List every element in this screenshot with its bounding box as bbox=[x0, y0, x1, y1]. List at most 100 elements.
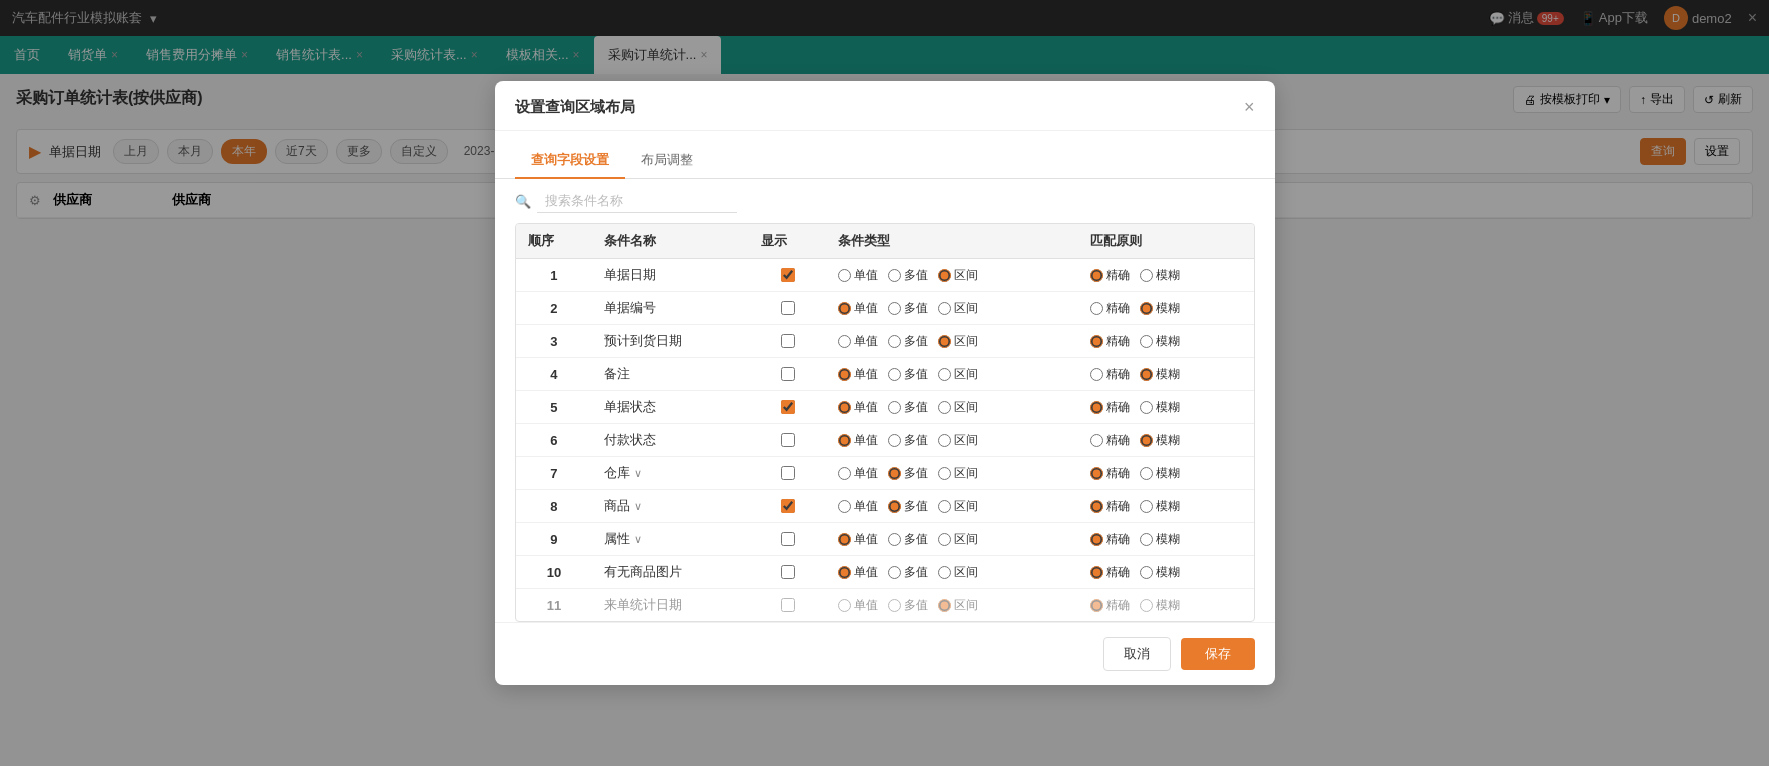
radio-match-模糊-5[interactable]: 模糊 bbox=[1140, 432, 1180, 449]
radio-input-type-0-多值[interactable] bbox=[888, 269, 901, 282]
radio-type-区间-5[interactable]: 区间 bbox=[938, 432, 978, 449]
radio-type-单值-9[interactable]: 单值 bbox=[838, 564, 878, 581]
radio-type-多值-1[interactable]: 多值 bbox=[888, 300, 928, 317]
save-button[interactable]: 保存 bbox=[1181, 638, 1255, 670]
radio-type-单值-1[interactable]: 单值 bbox=[838, 300, 878, 317]
radio-input-type-10-多值[interactable] bbox=[888, 599, 901, 612]
radio-input-match-6-精确[interactable] bbox=[1090, 467, 1103, 480]
row-checkbox-9[interactable] bbox=[781, 565, 795, 579]
radio-type-单值-2[interactable]: 单值 bbox=[838, 333, 878, 350]
row-checkbox-6[interactable] bbox=[781, 466, 795, 480]
radio-type-区间-2[interactable]: 区间 bbox=[938, 333, 978, 350]
radio-input-match-1-模糊[interactable] bbox=[1140, 302, 1153, 315]
radio-type-单值-4[interactable]: 单值 bbox=[838, 399, 878, 416]
radio-input-match-10-模糊[interactable] bbox=[1140, 599, 1153, 612]
radio-input-match-3-模糊[interactable] bbox=[1140, 368, 1153, 381]
radio-input-type-1-多值[interactable] bbox=[888, 302, 901, 315]
expand-icon[interactable]: ∨ bbox=[634, 533, 642, 546]
radio-match-精确-6[interactable]: 精确 bbox=[1090, 465, 1130, 482]
radio-input-type-9-多值[interactable] bbox=[888, 566, 901, 579]
radio-input-type-10-区间[interactable] bbox=[938, 599, 951, 612]
radio-match-模糊-0[interactable]: 模糊 bbox=[1140, 267, 1180, 284]
radio-type-多值-4[interactable]: 多值 bbox=[888, 399, 928, 416]
radio-type-单值-8[interactable]: 单值 bbox=[838, 531, 878, 548]
row-checkbox-7[interactable] bbox=[781, 499, 795, 513]
radio-match-模糊-7[interactable]: 模糊 bbox=[1140, 498, 1180, 515]
radio-input-match-2-模糊[interactable] bbox=[1140, 335, 1153, 348]
row-checkbox-3[interactable] bbox=[781, 367, 795, 381]
radio-type-区间-7[interactable]: 区间 bbox=[938, 498, 978, 515]
radio-input-match-5-模糊[interactable] bbox=[1140, 434, 1153, 447]
row-checkbox-8[interactable] bbox=[781, 532, 795, 546]
radio-type-多值-7[interactable]: 多值 bbox=[888, 498, 928, 515]
radio-match-模糊-6[interactable]: 模糊 bbox=[1140, 465, 1180, 482]
radio-input-type-5-单值[interactable] bbox=[838, 434, 851, 447]
row-checkbox-0[interactable] bbox=[781, 268, 795, 282]
search-input[interactable] bbox=[537, 189, 737, 213]
radio-type-单值-10[interactable]: 单值 bbox=[838, 597, 878, 614]
radio-input-type-8-区间[interactable] bbox=[938, 533, 951, 546]
radio-input-type-8-单值[interactable] bbox=[838, 533, 851, 546]
radio-type-多值-2[interactable]: 多值 bbox=[888, 333, 928, 350]
radio-match-模糊-2[interactable]: 模糊 bbox=[1140, 333, 1180, 350]
radio-match-精确-5[interactable]: 精确 bbox=[1090, 432, 1130, 449]
radio-input-match-4-模糊[interactable] bbox=[1140, 401, 1153, 414]
radio-type-单值-5[interactable]: 单值 bbox=[838, 432, 878, 449]
radio-input-match-4-精确[interactable] bbox=[1090, 401, 1103, 414]
radio-match-精确-1[interactable]: 精确 bbox=[1090, 300, 1130, 317]
radio-input-type-9-区间[interactable] bbox=[938, 566, 951, 579]
expand-icon[interactable]: ∨ bbox=[634, 500, 642, 513]
radio-type-多值-9[interactable]: 多值 bbox=[888, 564, 928, 581]
radio-input-type-4-多值[interactable] bbox=[888, 401, 901, 414]
radio-type-区间-4[interactable]: 区间 bbox=[938, 399, 978, 416]
radio-type-区间-10[interactable]: 区间 bbox=[938, 597, 978, 614]
radio-input-type-10-单值[interactable] bbox=[838, 599, 851, 612]
row-checkbox-2[interactable] bbox=[781, 334, 795, 348]
radio-type-区间-3[interactable]: 区间 bbox=[938, 366, 978, 383]
radio-input-type-7-区间[interactable] bbox=[938, 500, 951, 513]
radio-input-match-9-精确[interactable] bbox=[1090, 566, 1103, 579]
radio-input-match-0-精确[interactable] bbox=[1090, 269, 1103, 282]
radio-input-type-2-多值[interactable] bbox=[888, 335, 901, 348]
cancel-button[interactable]: 取消 bbox=[1103, 637, 1171, 671]
radio-match-精确-8[interactable]: 精确 bbox=[1090, 531, 1130, 548]
radio-input-match-3-精确[interactable] bbox=[1090, 368, 1103, 381]
radio-type-区间-0[interactable]: 区间 bbox=[938, 267, 978, 284]
radio-type-多值-10[interactable]: 多值 bbox=[888, 597, 928, 614]
radio-type-多值-6[interactable]: 多值 bbox=[888, 465, 928, 482]
radio-match-模糊-3[interactable]: 模糊 bbox=[1140, 366, 1180, 383]
radio-input-type-1-单值[interactable] bbox=[838, 302, 851, 315]
radio-input-match-0-模糊[interactable] bbox=[1140, 269, 1153, 282]
radio-input-type-8-多值[interactable] bbox=[888, 533, 901, 546]
radio-input-match-1-精确[interactable] bbox=[1090, 302, 1103, 315]
radio-match-模糊-8[interactable]: 模糊 bbox=[1140, 531, 1180, 548]
radio-match-精确-9[interactable]: 精确 bbox=[1090, 564, 1130, 581]
expand-icon[interactable]: ∨ bbox=[634, 467, 642, 480]
radio-input-match-8-模糊[interactable] bbox=[1140, 533, 1153, 546]
radio-match-精确-0[interactable]: 精确 bbox=[1090, 267, 1130, 284]
radio-input-type-5-区间[interactable] bbox=[938, 434, 951, 447]
radio-input-type-0-区间[interactable] bbox=[938, 269, 951, 282]
radio-type-多值-0[interactable]: 多值 bbox=[888, 267, 928, 284]
radio-input-type-6-单值[interactable] bbox=[838, 467, 851, 480]
radio-input-match-8-精确[interactable] bbox=[1090, 533, 1103, 546]
row-checkbox-10[interactable] bbox=[781, 598, 795, 612]
radio-type-区间-8[interactable]: 区间 bbox=[938, 531, 978, 548]
radio-input-match-7-模糊[interactable] bbox=[1140, 500, 1153, 513]
radio-input-type-3-区间[interactable] bbox=[938, 368, 951, 381]
radio-type-多值-5[interactable]: 多值 bbox=[888, 432, 928, 449]
radio-match-精确-3[interactable]: 精确 bbox=[1090, 366, 1130, 383]
radio-match-模糊-10[interactable]: 模糊 bbox=[1140, 597, 1180, 614]
radio-match-精确-4[interactable]: 精确 bbox=[1090, 399, 1130, 416]
radio-input-match-6-模糊[interactable] bbox=[1140, 467, 1153, 480]
radio-input-type-4-区间[interactable] bbox=[938, 401, 951, 414]
radio-input-type-2-单值[interactable] bbox=[838, 335, 851, 348]
radio-type-区间-6[interactable]: 区间 bbox=[938, 465, 978, 482]
radio-type-区间-1[interactable]: 区间 bbox=[938, 300, 978, 317]
radio-type-单值-7[interactable]: 单值 bbox=[838, 498, 878, 515]
radio-type-多值-3[interactable]: 多值 bbox=[888, 366, 928, 383]
radio-match-模糊-9[interactable]: 模糊 bbox=[1140, 564, 1180, 581]
radio-input-type-6-区间[interactable] bbox=[938, 467, 951, 480]
radio-input-type-1-区间[interactable] bbox=[938, 302, 951, 315]
radio-input-match-9-模糊[interactable] bbox=[1140, 566, 1153, 579]
